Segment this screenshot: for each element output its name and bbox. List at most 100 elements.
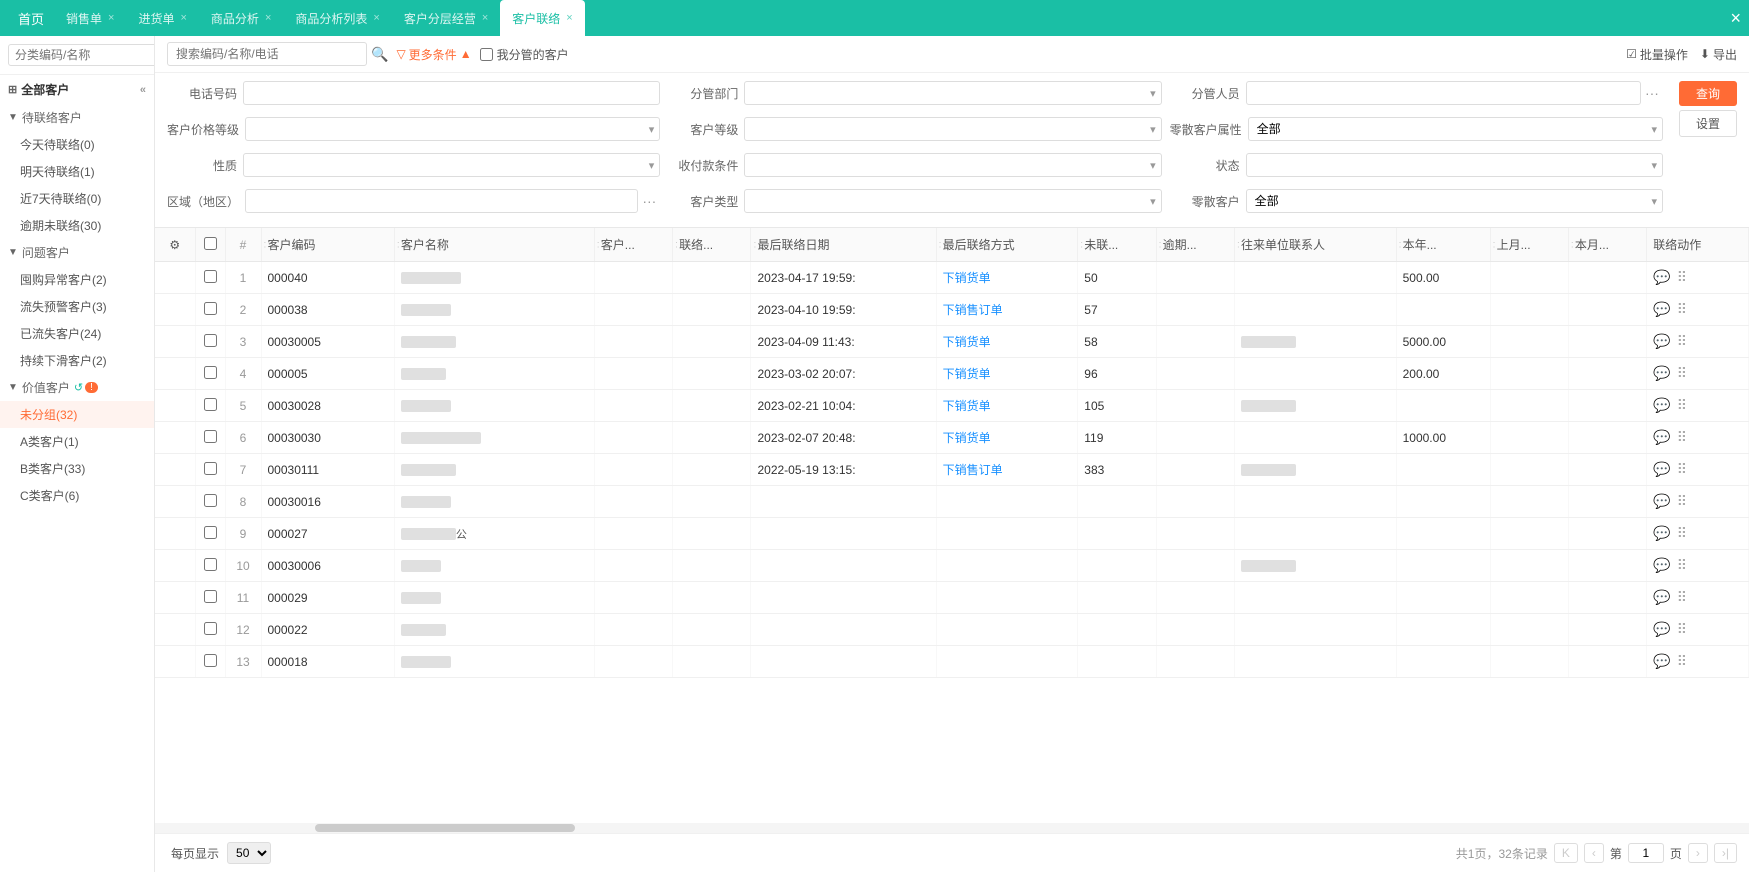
more-icon[interactable]: ⠿: [1677, 589, 1687, 606]
more-icon[interactable]: ⠿: [1677, 301, 1687, 318]
export-button[interactable]: ⬇ 导出: [1700, 46, 1737, 63]
close-analysis-icon[interactable]: ×: [265, 12, 271, 24]
sidebar-item-churned[interactable]: 已流失客户(24): [0, 320, 154, 347]
phone-input[interactable]: [243, 81, 660, 105]
retail-attr-select[interactable]: 全部: [1248, 117, 1663, 141]
sidebar-search-input[interactable]: [8, 44, 155, 66]
sidebar-item-ungroup[interactable]: 未分组(32): [0, 401, 154, 428]
next-page-button[interactable]: ›: [1688, 843, 1708, 863]
row-checkbox[interactable]: [195, 550, 225, 582]
chat-icon[interactable]: 💬: [1653, 621, 1670, 638]
select-all-checkbox[interactable]: [204, 237, 217, 250]
region-ellipsis-icon[interactable]: ···: [638, 193, 660, 209]
chat-icon[interactable]: 💬: [1653, 301, 1670, 318]
more-icon[interactable]: ⠿: [1677, 333, 1687, 350]
tab-customer-contact[interactable]: 客户联络 ×: [500, 0, 584, 36]
row-checkbox[interactable]: [195, 614, 225, 646]
chat-icon[interactable]: 💬: [1653, 653, 1670, 670]
chat-icon[interactable]: 💬: [1653, 269, 1670, 286]
value-customers-group[interactable]: ▼ 价值客户 ↺ !: [0, 374, 154, 401]
row-checkbox[interactable]: [195, 422, 225, 454]
chat-icon[interactable]: 💬: [1653, 365, 1670, 382]
prev-page-button[interactable]: ‹: [1584, 843, 1604, 863]
row-checkbox[interactable]: [195, 454, 225, 486]
more-icon[interactable]: ⠿: [1677, 429, 1687, 446]
row-checkbox[interactable]: [195, 326, 225, 358]
chat-icon[interactable]: 💬: [1653, 429, 1670, 446]
row-checkbox[interactable]: [195, 390, 225, 422]
more-icon[interactable]: ⠿: [1677, 269, 1687, 286]
more-icon[interactable]: ⠿: [1677, 653, 1687, 670]
filter-more-button[interactable]: ▽ 更多条件 ▲: [396, 46, 471, 63]
window-close-button[interactable]: ×: [1730, 8, 1741, 29]
collapse-icon[interactable]: «: [140, 84, 146, 96]
refresh-icon[interactable]: ↺: [74, 381, 83, 394]
tab-purchase[interactable]: 进货单 ×: [126, 0, 198, 36]
region-input[interactable]: [245, 189, 638, 213]
first-page-button[interactable]: K: [1554, 843, 1578, 863]
row-checkbox[interactable]: [195, 486, 225, 518]
last-page-button[interactable]: ›|: [1714, 843, 1737, 863]
close-contact-icon[interactable]: ×: [566, 12, 572, 24]
row-checkbox[interactable]: [195, 518, 225, 550]
chat-icon[interactable]: 💬: [1653, 525, 1670, 542]
customer-level-select[interactable]: [744, 117, 1161, 141]
chat-icon[interactable]: 💬: [1653, 461, 1670, 478]
sidebar-item-declining[interactable]: 持续下滑客户(2): [0, 347, 154, 374]
close-segment-icon[interactable]: ×: [482, 12, 488, 24]
nature-select[interactable]: [243, 153, 660, 177]
my-customers-checkbox[interactable]: 我分管的客户: [480, 46, 569, 63]
dept-select[interactable]: [744, 81, 1161, 105]
chat-icon[interactable]: 💬: [1653, 493, 1670, 510]
more-icon[interactable]: ⠿: [1677, 461, 1687, 478]
more-icon[interactable]: ⠿: [1677, 525, 1687, 542]
sidebar-item-classB[interactable]: B类客户(33): [0, 455, 154, 482]
more-icon[interactable]: ⠿: [1677, 397, 1687, 414]
more-icon[interactable]: ⠿: [1677, 493, 1687, 510]
home-tab[interactable]: 首页: [8, 9, 54, 28]
sidebar-item-abnormal[interactable]: 囤购异常客户(2): [0, 266, 154, 293]
chat-icon[interactable]: 💬: [1653, 397, 1670, 414]
sidebar-item-today[interactable]: 今天待联络(0): [0, 131, 154, 158]
tab-sales[interactable]: 销售单 ×: [54, 0, 126, 36]
row-checkbox[interactable]: [195, 262, 225, 294]
page-size-select[interactable]: 50: [227, 842, 271, 864]
status-select[interactable]: [1246, 153, 1663, 177]
chat-icon[interactable]: 💬: [1653, 589, 1670, 606]
problem-customers-group[interactable]: ▼ 问题客户: [0, 239, 154, 266]
sidebar-item-classA[interactable]: A类客户(1): [0, 428, 154, 455]
close-sales-icon[interactable]: ×: [108, 12, 114, 24]
sidebar-item-tomorrow[interactable]: 明天待联络(1): [0, 158, 154, 185]
row-checkbox[interactable]: [195, 294, 225, 326]
person-ellipsis-icon[interactable]: ···: [1641, 85, 1663, 101]
all-customers-header[interactable]: ⊞ 全部客户 «: [0, 75, 154, 104]
sidebar-item-churn-warning[interactable]: 流失预警客户(3): [0, 293, 154, 320]
chat-icon[interactable]: 💬: [1653, 333, 1670, 350]
tab-customer-segment[interactable]: 客户分层经营 ×: [392, 0, 500, 36]
filter-search-icon[interactable]: 🔍: [371, 46, 388, 63]
batch-operation-button[interactable]: ☑ 批量操作: [1626, 46, 1688, 63]
sidebar-item-7days[interactable]: 近7天待联络(0): [0, 185, 154, 212]
row-checkbox[interactable]: [195, 358, 225, 390]
row-checkbox[interactable]: [195, 582, 225, 614]
close-purchase-icon[interactable]: ×: [180, 12, 186, 24]
price-level-select[interactable]: [245, 117, 660, 141]
filter-search-input[interactable]: [167, 42, 367, 66]
pending-contact-group[interactable]: ▼ 待联络客户: [0, 104, 154, 131]
horizontal-scrollbar[interactable]: [155, 823, 1749, 833]
more-icon[interactable]: ⠿: [1677, 621, 1687, 638]
col-gear[interactable]: ⚙: [155, 228, 195, 262]
reset-button[interactable]: 设置: [1679, 110, 1737, 137]
page-number-input[interactable]: [1628, 843, 1664, 863]
sidebar-item-classC[interactable]: C类客户(6): [0, 482, 154, 509]
customer-type-select[interactable]: [744, 189, 1161, 213]
tab-analysis[interactable]: 商品分析 ×: [199, 0, 283, 36]
my-customers-check[interactable]: [480, 48, 493, 61]
chat-icon[interactable]: 💬: [1653, 557, 1670, 574]
retail-customer-select[interactable]: 全部: [1246, 189, 1663, 213]
more-icon[interactable]: ⠿: [1677, 557, 1687, 574]
payment-select[interactable]: [744, 153, 1161, 177]
sidebar-item-overdue[interactable]: 逾期未联络(30): [0, 212, 154, 239]
more-icon[interactable]: ⠿: [1677, 365, 1687, 382]
row-checkbox[interactable]: [195, 646, 225, 678]
